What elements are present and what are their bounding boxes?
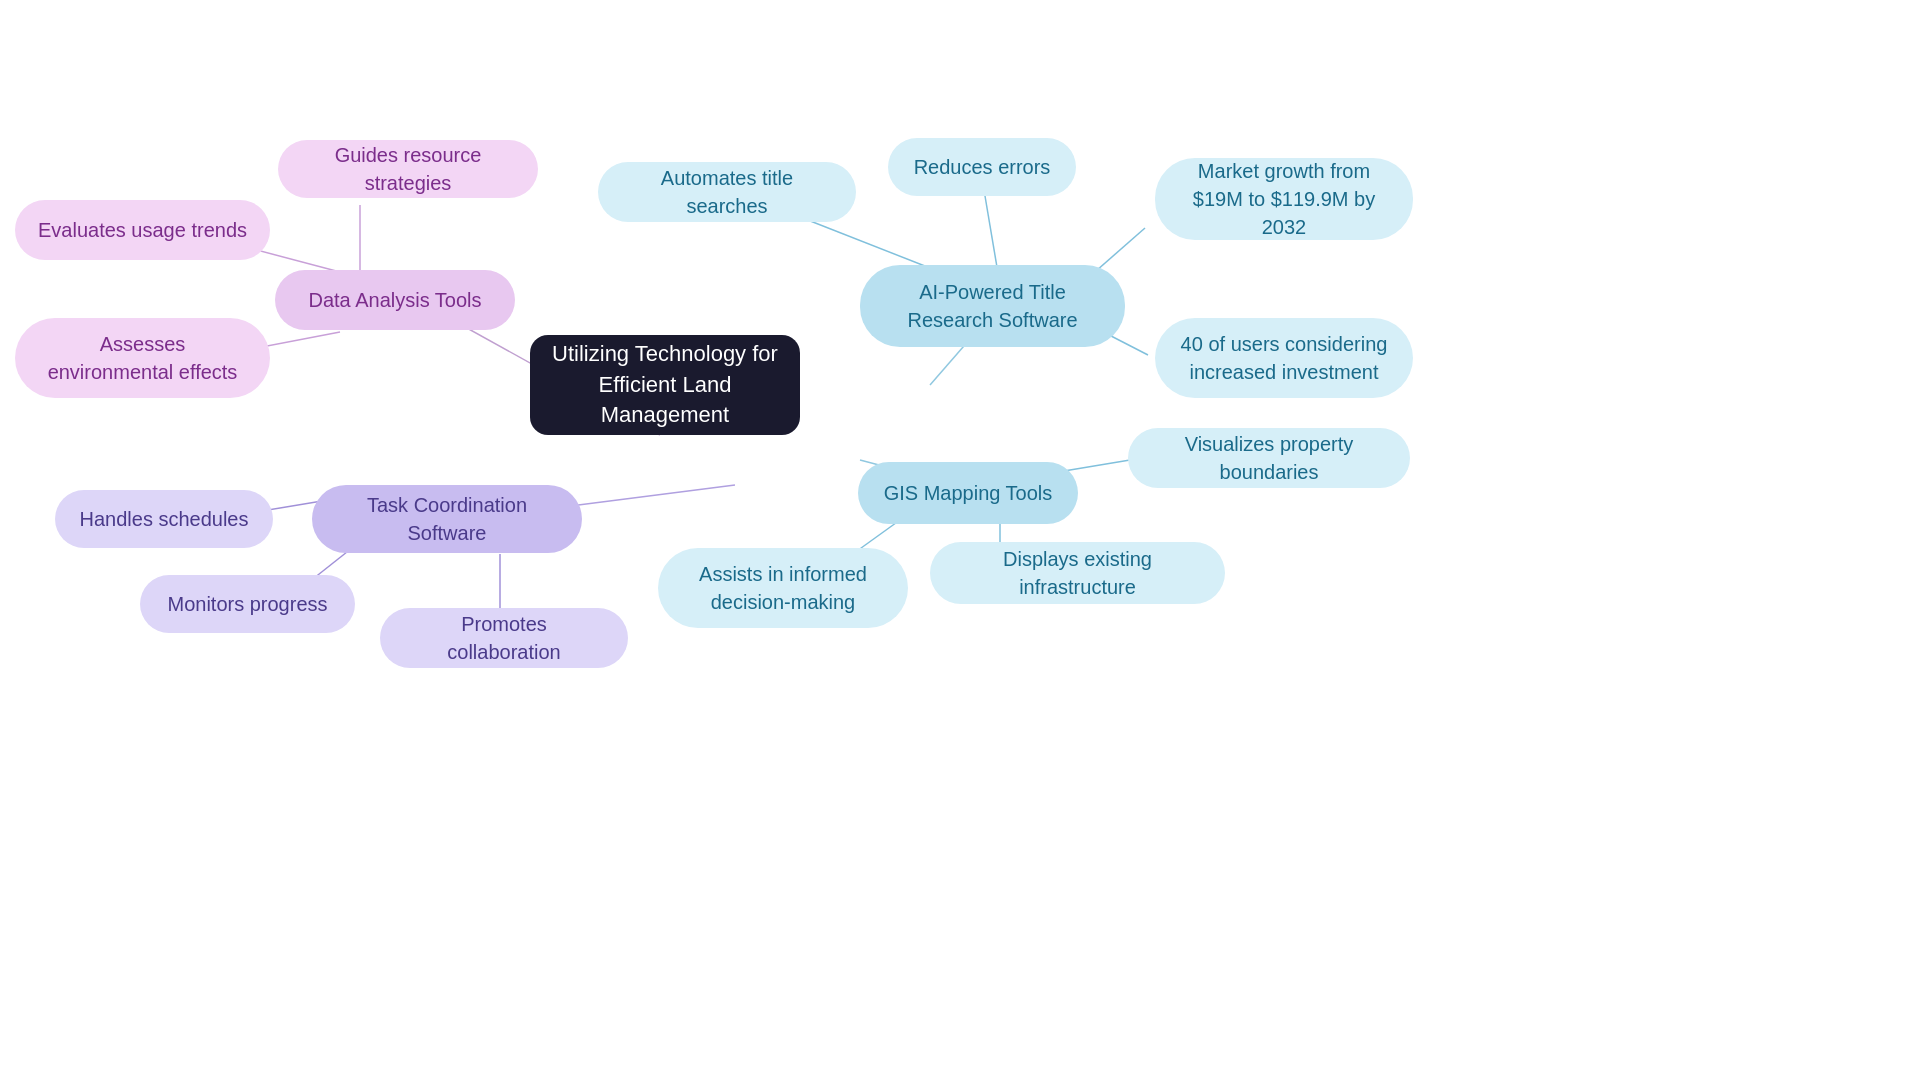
task-coord-node: Task Coordination Software [312, 485, 582, 553]
data-analysis-node: Data Analysis Tools [275, 270, 515, 330]
displays-infra-node: Displays existing infrastructure [930, 542, 1225, 604]
forty-users-node: 40 of users considering increased invest… [1155, 318, 1413, 398]
visualizes-prop-node: Visualizes property boundaries [1128, 428, 1410, 488]
assists-decision-node: Assists in informed decision-making [658, 548, 908, 628]
guides-resource-node: Guides resource strategies [278, 140, 538, 198]
monitors-progress-node: Monitors progress [140, 575, 355, 633]
center-node: Utilizing Technology for Efficient Land … [530, 335, 800, 435]
reduces-errors-node: Reduces errors [888, 138, 1076, 196]
handles-schedules-node: Handles schedules [55, 490, 273, 548]
automates-title-node: Automates title searches [598, 162, 856, 222]
ai-title-node: AI-Powered Title Research Software [860, 265, 1125, 347]
gis-mapping-node: GIS Mapping Tools [858, 462, 1078, 524]
svg-line-7 [795, 215, 930, 268]
promotes-collab-node: Promotes collaboration [380, 608, 628, 668]
assesses-env-node: Assesses environmental effects [15, 318, 270, 398]
market-growth-node: Market growth from $19M to $119.9M by 20… [1155, 158, 1413, 240]
evaluates-usage-node: Evaluates usage trends [15, 200, 270, 260]
